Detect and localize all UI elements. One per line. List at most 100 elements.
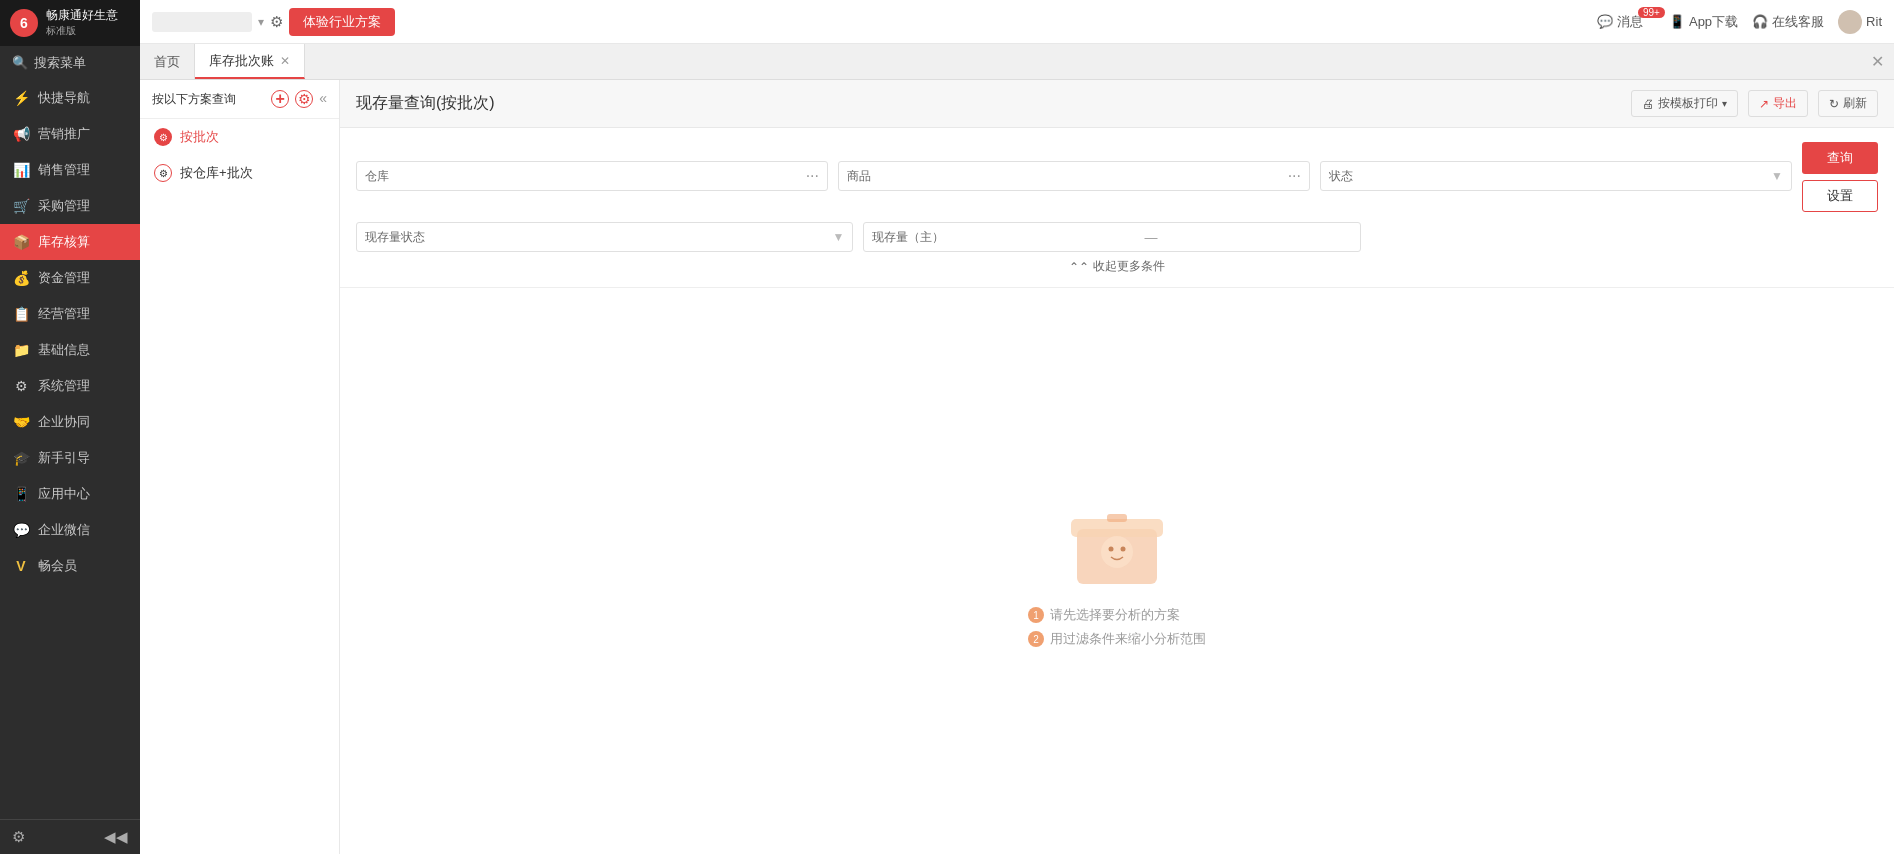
collapse-sidebar-icon[interactable]: ◀◀ [104, 828, 128, 846]
sidebar-item-label: 营销推广 [38, 125, 90, 143]
app-logo: 6 [10, 9, 38, 37]
topbar-left: ▾ ⚙ 体验行业方案 [152, 8, 1589, 36]
sidebar-item-label: 基础信息 [38, 341, 90, 359]
sidebar-item-sales[interactable]: 📊 销售管理 [0, 152, 140, 188]
headset-icon: 🎧 [1752, 14, 1768, 29]
add-scheme-icon[interactable]: + [271, 90, 289, 108]
sidebar-item-label: 新手引导 [38, 449, 90, 467]
sidebar-item-marketing[interactable]: 📢 营销推广 [0, 116, 140, 152]
phone-icon: 📱 [1669, 14, 1685, 29]
marketing-icon: 📢 [12, 125, 30, 143]
warehouse-dots[interactable]: ··· [806, 167, 819, 185]
hint-num-2: 2 [1028, 631, 1044, 647]
sidebar-item-system[interactable]: ⚙ 系统管理 [0, 368, 140, 404]
user-name: Rit [1866, 14, 1882, 29]
product-label: 商品 [847, 168, 897, 185]
product-dots[interactable]: ··· [1288, 167, 1301, 185]
online-service-label: 在线客服 [1772, 13, 1824, 31]
scheme-item-batch[interactable]: ⚙ 按批次 [140, 119, 339, 155]
newbie-icon: 🎓 [12, 449, 30, 467]
export-btn[interactable]: ↗ 导出 [1748, 90, 1808, 117]
basic-info-icon: 📁 [12, 341, 30, 359]
sidebar-item-operations[interactable]: 📋 经营管理 [0, 296, 140, 332]
sidebar-item-label: 企业协同 [38, 413, 90, 431]
settings-icon[interactable]: ⚙ [12, 828, 25, 846]
user-item[interactable]: Rit [1838, 10, 1882, 34]
sidebar-item-quick-nav[interactable]: ⚡ 快捷导航 [0, 80, 140, 116]
sidebar-item-newbie[interactable]: 🎓 新手引导 [0, 440, 140, 476]
template-print-btn[interactable]: 🖨 按模板打印 ▾ [1631, 90, 1738, 117]
empty-svg [1057, 494, 1177, 594]
status-label: 状态 [1329, 168, 1379, 185]
vip-icon: V [12, 557, 30, 575]
svg-point-3 [1101, 536, 1133, 568]
page-title: 现存量查询(按批次) [356, 93, 495, 114]
collapse-filter-btn[interactable]: ⌃⌃ 收起更多条件 [1069, 258, 1165, 275]
sidebar-nav: 🔍 搜索菜单 ⚡ 快捷导航 📢 营销推广 📊 销售管理 🛒 采购管理 📦 库存核… [0, 46, 140, 819]
inventory-icon: 📦 [12, 233, 30, 251]
refresh-icon: ↻ [1829, 97, 1839, 111]
filter-status[interactable]: 状态 ▼ [1320, 161, 1792, 191]
filter-warehouse[interactable]: 仓库 ··· [356, 161, 828, 191]
chevron-down-icon: ▾ [1722, 98, 1727, 109]
sidebar-item-label: 搜索菜单 [34, 54, 86, 72]
sidebar-header: 6 畅康通好生意 标准版 [0, 0, 140, 46]
sidebar-item-label: 采购管理 [38, 197, 90, 215]
query-btn[interactable]: 查询 [1802, 142, 1878, 174]
sidebar-item-purchase[interactable]: 🛒 采购管理 [0, 188, 140, 224]
filter-product[interactable]: 商品 ··· [838, 161, 1310, 191]
purchase-icon: 🛒 [12, 197, 30, 215]
tab-home[interactable]: 首页 [140, 44, 195, 79]
filter-area: 仓库 ··· 商品 ··· 状态 ▼ [340, 128, 1894, 288]
sidebar-footer: ⚙ ◀◀ [0, 819, 140, 854]
refresh-btn[interactable]: ↻ 刷新 [1818, 90, 1878, 117]
breadcrumb-input[interactable] [152, 12, 252, 32]
sidebar-item-search[interactable]: 🔍 搜索菜单 [0, 46, 140, 80]
scheme-item-warehouse-batch[interactable]: ⚙ 按仓库+批次 [140, 155, 339, 191]
search-icon: 🔍 [12, 55, 28, 70]
tab-batch-ledger[interactable]: 库存批次账 ✕ [195, 44, 305, 79]
sidebar-item-vip[interactable]: V 畅会员 [0, 548, 140, 584]
tab-batch-ledger-label: 库存批次账 [209, 52, 274, 70]
scheme-settings-icon[interactable]: ⚙ [295, 90, 313, 108]
filter-stock-status[interactable]: 现存量状态 ▼ [356, 222, 853, 252]
empty-hint-1: 1 请先选择要分析的方案 [1028, 606, 1206, 624]
filter-settings-btn[interactable]: 设置 [1802, 180, 1878, 212]
sidebar-item-basic-info[interactable]: 📁 基础信息 [0, 332, 140, 368]
stock-amount-label: 现存量（主） [872, 229, 944, 246]
message-icon: 💬 [1597, 14, 1613, 29]
tabbar: 首页 库存批次账 ✕ ✕ [140, 44, 1894, 80]
app-name: 畅康通好生意 [46, 8, 118, 24]
app-download-item[interactable]: 📱 App下载 [1669, 13, 1738, 31]
sidebar-item-label: 系统管理 [38, 377, 90, 395]
topbar-gear-icon[interactable]: ⚙ [270, 13, 283, 31]
sidebar-item-label: 库存核算 [38, 233, 90, 251]
system-icon: ⚙ [12, 377, 30, 395]
sidebar-item-label: 经营管理 [38, 305, 90, 323]
empty-state: 1 请先选择要分析的方案 2 用过滤条件来缩小分析范围 [340, 288, 1894, 854]
online-service-item[interactable]: 🎧 在线客服 [1752, 13, 1824, 31]
scheme-icon-warehouse-batch: ⚙ [154, 164, 172, 182]
sidebar-item-enterprise-wechat[interactable]: 💬 企业微信 [0, 512, 140, 548]
messages-item[interactable]: 💬 消息 99+ [1597, 13, 1655, 31]
topbar-right: 💬 消息 99+ 📱 App下载 🎧 在线客服 Rit [1597, 10, 1882, 34]
enterprise-icon: 🤝 [12, 413, 30, 431]
collapse-panel-icon[interactable]: « [319, 90, 327, 108]
empty-illustration [1057, 494, 1177, 594]
sidebar-item-inventory[interactable]: 📦 库存核算 [0, 224, 140, 260]
hint-text-1: 请先选择要分析的方案 [1050, 606, 1180, 624]
left-panel-actions: + ⚙ « [271, 90, 327, 108]
experience-btn[interactable]: 体验行业方案 [289, 8, 395, 36]
empty-hint-2: 2 用过滤条件来缩小分析范围 [1028, 630, 1206, 648]
filter-stock-amount[interactable]: 现存量（主） — [863, 222, 1360, 252]
chevron-down-icon[interactable]: ▾ [258, 15, 264, 29]
status-chevron: ▼ [1771, 169, 1783, 183]
tab-close-all-icon[interactable]: ✕ [1861, 44, 1894, 79]
svg-rect-2 [1107, 514, 1127, 522]
stock-status-chevron: ▼ [832, 230, 844, 244]
sidebar-item-enterprise[interactable]: 🤝 企业协同 [0, 404, 140, 440]
tab-close-icon[interactable]: ✕ [280, 54, 290, 68]
sidebar-item-finance[interactable]: 💰 资金管理 [0, 260, 140, 296]
sidebar-item-app-center[interactable]: 📱 应用中心 [0, 476, 140, 512]
left-panel-header: 按以下方案查询 + ⚙ « [140, 80, 339, 119]
